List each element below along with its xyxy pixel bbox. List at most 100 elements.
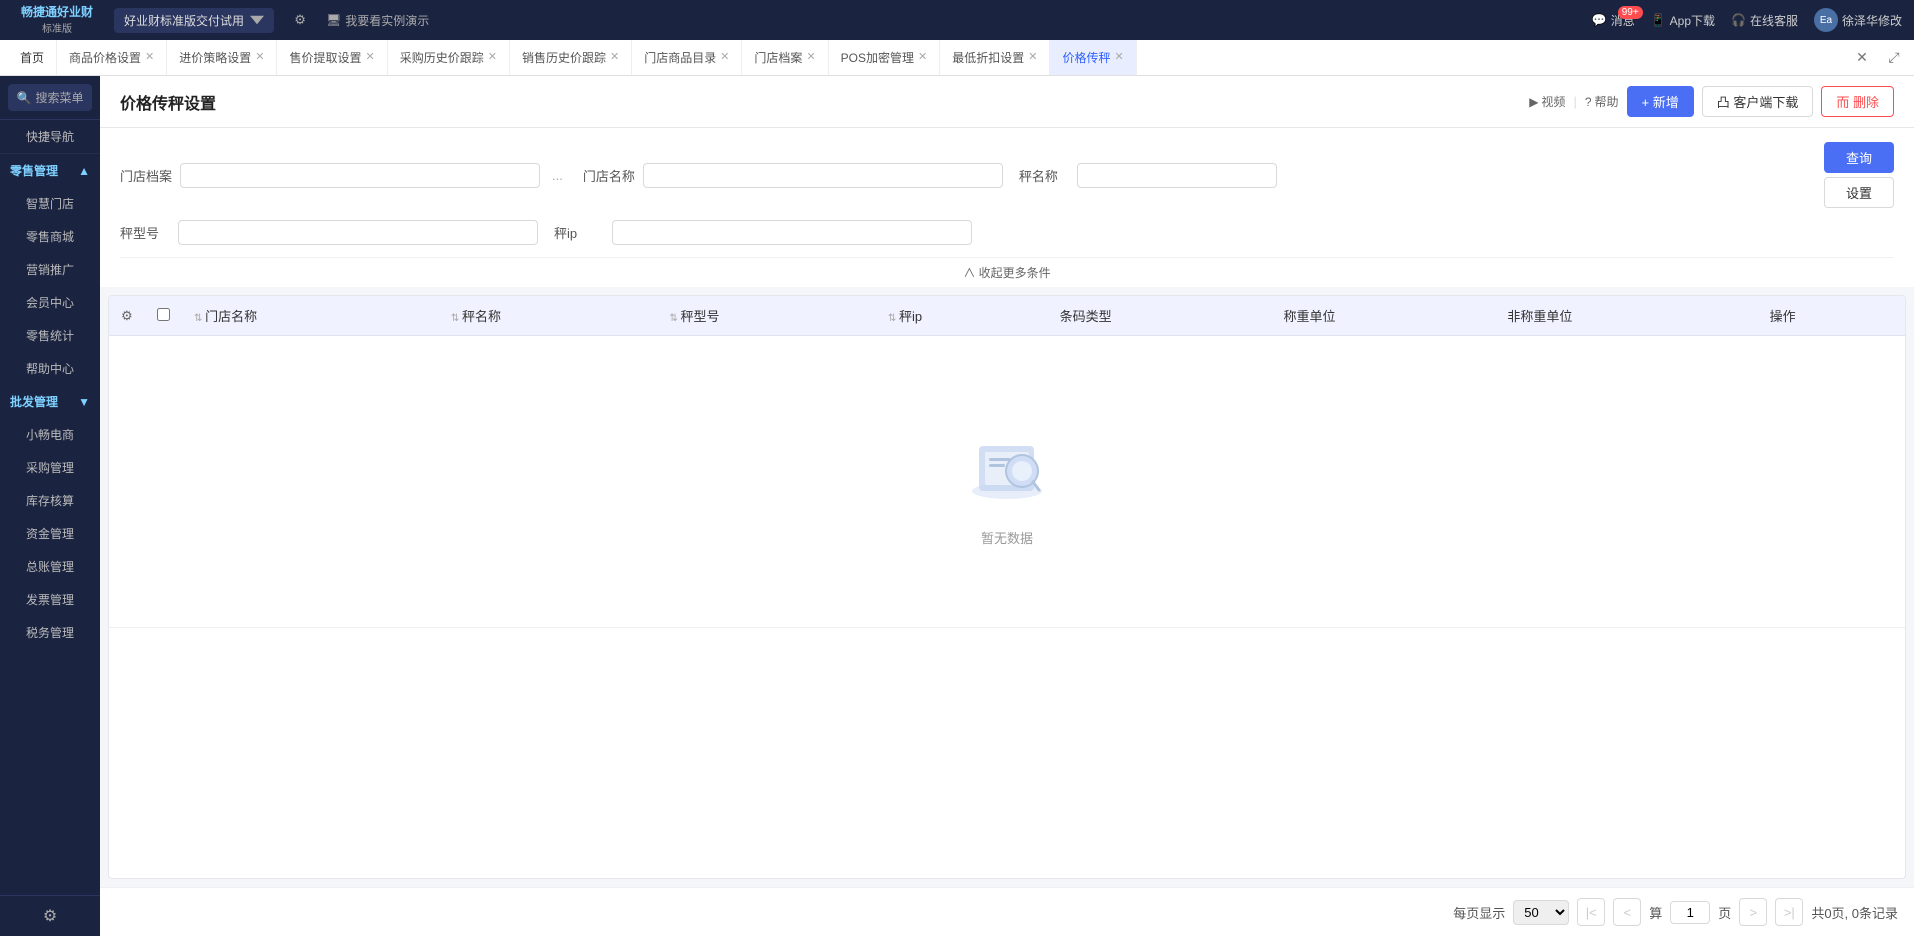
sidebar-item-finance[interactable]: 资金管理 [0, 517, 100, 550]
page-label: 算 [1649, 903, 1662, 922]
user-area[interactable]: Ea 徐泽华修改 [1814, 8, 1902, 32]
online-service-button[interactable]: 🎧 在线客服 [1731, 12, 1798, 29]
tab-store-catalog[interactable]: 门店商品目录 ✕ [632, 40, 742, 76]
table-settings-header: ⚙ [109, 296, 145, 336]
table-header: ⚙ ⇅ 门店名称 ⇅ 秤名称 [109, 296, 1905, 336]
sidebar-item-purchase[interactable]: 采购管理 [0, 451, 100, 484]
settings-button[interactable]: 设置 [1824, 177, 1894, 208]
message-badge: 99+ [1618, 6, 1643, 19]
store-name-input[interactable] [643, 163, 1003, 188]
tab-close-icon[interactable]: ✕ [145, 52, 154, 63]
next-page-button[interactable]: > [1739, 898, 1767, 926]
message-icon: 💬 [1592, 13, 1607, 27]
version-selector[interactable]: 好业财标准版交付试用 [114, 8, 274, 33]
select-all-checkbox[interactable] [157, 308, 170, 321]
retail-mall-label: 零售商城 [26, 230, 74, 244]
tab-price-scale[interactable]: 价格传秤 ✕ [1050, 40, 1136, 76]
tab-commodity-price-label: 商品价格设置 [69, 49, 141, 66]
settings-icon[interactable]: ⚙ [43, 908, 57, 925]
sidebar-item-shortcut[interactable]: 快捷导航 [0, 120, 100, 154]
tab-close-icon[interactable]: ✕ [488, 52, 497, 63]
tab-purchase-history[interactable]: 采购历史价跟踪 ✕ [388, 40, 510, 76]
sidebar-item-retail-mall[interactable]: 零售商城 [0, 220, 100, 253]
expand-icon: ▼ [78, 395, 90, 409]
maximize-button[interactable]: ⤢ [1882, 46, 1906, 70]
ellipsis-button[interactable]: ... [548, 168, 567, 183]
empty-text: 暂无数据 [981, 528, 1033, 547]
online-service-label: 在线客服 [1750, 12, 1798, 29]
message-button[interactable]: 💬 消息 99+ [1592, 12, 1635, 29]
help-link[interactable]: ? 帮助 [1585, 93, 1619, 110]
tab-close-icon[interactable]: ✕ [366, 52, 375, 63]
tab-close-icon[interactable]: ✕ [1114, 52, 1123, 63]
sidebar-item-general-ledger[interactable]: 总账管理 [0, 550, 100, 583]
page-number-input[interactable] [1670, 901, 1710, 924]
logo-area: 畅捷通好业财 标准版 [12, 5, 102, 34]
demo-button[interactable]: 🖥 我要看实例演示 [326, 12, 429, 29]
top-settings-button[interactable]: ⚙ [286, 6, 314, 34]
sidebar-item-retail-stats[interactable]: 零售统计 [0, 319, 100, 352]
video-link[interactable]: ▶ 视频 [1529, 93, 1565, 110]
sidebar-item-help[interactable]: 帮助中心 [0, 352, 100, 385]
filter-row-2: 秤型号 秤ip [120, 220, 1894, 245]
scale-name-filter: 秤名称 [1019, 163, 1277, 188]
col-scale-ip: ⇅ 秤ip [876, 296, 1048, 336]
tab-close-icon[interactable]: ✕ [610, 52, 619, 63]
scale-name-input[interactable] [1077, 163, 1277, 188]
logo-title: 畅捷通好业财 [21, 5, 93, 19]
tab-sale-history[interactable]: 销售历史价跟踪 ✕ [510, 40, 632, 76]
sidebar-section-wholesale[interactable]: 批发管理 ▼ [0, 385, 100, 418]
scale-model-input[interactable] [178, 220, 538, 245]
export-button[interactable]: 凸 客户端下载 [1702, 86, 1814, 117]
collapse-label: ∧ 收起更多条件 [963, 264, 1050, 281]
tab-min-discount[interactable]: 最低折扣设置 ✕ [940, 40, 1050, 76]
tab-close-icon[interactable]: ✕ [255, 52, 264, 63]
sidebar-item-invoice[interactable]: 发票管理 [0, 583, 100, 616]
tab-sale-price-label: 售价提取设置 [289, 49, 361, 66]
marketing-label: 营销推广 [26, 263, 74, 277]
prev-page-button[interactable]: < [1613, 898, 1641, 926]
settings-label: 设置 [1846, 183, 1872, 202]
close-window-button[interactable]: ✕ [1850, 46, 1874, 70]
tab-store-archive[interactable]: 门店档案 ✕ [742, 40, 828, 76]
sidebar-item-smart-store[interactable]: 智慧门店 [0, 187, 100, 220]
sidebar-section-retail[interactable]: 零售管理 ▲ [0, 154, 100, 187]
smart-store-label: 智慧门店 [26, 197, 74, 211]
add-button[interactable]: + 新增 [1627, 86, 1694, 117]
tab-commodity-price[interactable]: 商品价格设置 ✕ [57, 40, 167, 76]
tab-close-icon[interactable]: ✕ [1028, 52, 1037, 63]
collapse-button[interactable]: ∧ 收起更多条件 [120, 257, 1894, 287]
sidebar-item-stock[interactable]: 库存核算 [0, 484, 100, 517]
scale-ip-input[interactable] [612, 220, 972, 245]
table-container: ⚙ ⇅ 门店名称 ⇅ 秤名称 [108, 295, 1906, 879]
tab-close-icon[interactable]: ✕ [806, 52, 815, 63]
search-menu-button[interactable]: 🔍 搜索菜单 [8, 84, 92, 111]
sidebar-item-tax[interactable]: 税务管理 [0, 616, 100, 649]
total-info: 共0页, 0条记录 [1811, 903, 1898, 922]
tab-sale-price[interactable]: 售价提取设置 ✕ [277, 40, 387, 76]
tab-home[interactable]: 首页 [8, 40, 57, 76]
tab-purchase-strategy[interactable]: 进价策略设置 ✕ [167, 40, 277, 76]
sidebar-item-member[interactable]: 会员中心 [0, 286, 100, 319]
general-ledger-label: 总账管理 [26, 560, 74, 574]
query-button[interactable]: 查询 [1824, 142, 1894, 173]
table-settings-button[interactable]: ⚙ [121, 308, 133, 323]
tab-home-label: 首页 [20, 49, 44, 66]
tab-pos-manage[interactable]: POS加密管理 ✕ [829, 40, 941, 76]
last-page-button[interactable]: >| [1775, 898, 1803, 926]
per-page-label: 每页显示 [1453, 903, 1505, 922]
store-archive-input[interactable] [180, 163, 540, 188]
tab-close-icon[interactable]: ✕ [720, 52, 729, 63]
page-size-select[interactable]: 10 20 50 100 [1513, 900, 1569, 925]
sidebar-item-marketing[interactable]: 营销推广 [0, 253, 100, 286]
tab-sale-history-label: 销售历史价跟踪 [522, 49, 606, 66]
app-download-button[interactable]: 📱 App下载 [1651, 12, 1715, 29]
sidebar-item-small-ecom[interactable]: 小畅电商 [0, 418, 100, 451]
play-icon: ▶ [1529, 95, 1538, 109]
tab-close-icon[interactable]: ✕ [918, 52, 927, 63]
delete-button[interactable]: 而 删除 [1821, 86, 1894, 117]
first-page-button[interactable]: |< [1577, 898, 1605, 926]
help-label: 帮助中心 [26, 362, 74, 376]
col-weight-unit: 称重单位 [1272, 296, 1496, 336]
sort-icon: ⇅ [669, 313, 680, 324]
